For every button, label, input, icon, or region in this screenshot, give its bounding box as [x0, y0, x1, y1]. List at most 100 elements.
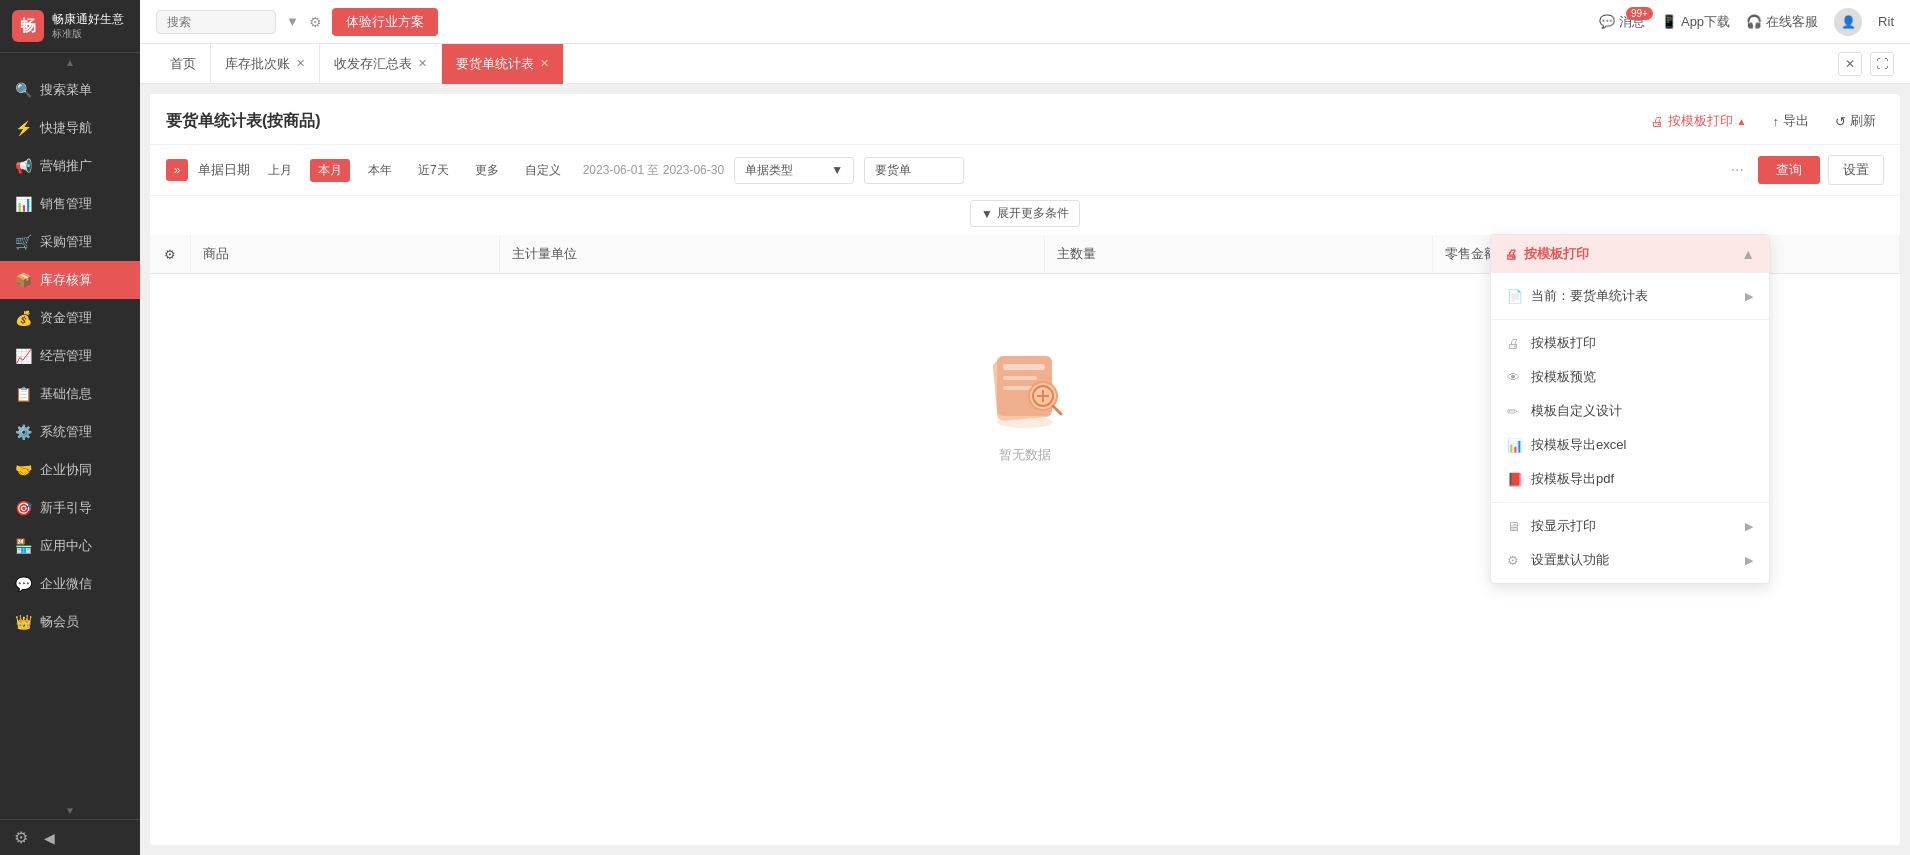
sidebar-item-collab[interactable]: 🤝 企业协同 — [0, 451, 140, 489]
dropdown-export-pdf-button[interactable]: 📕 按模板导出pdf — [1491, 462, 1769, 496]
sidebar-item-shortcut[interactable]: ⚡ 快捷导航 — [0, 109, 140, 147]
tabs-bar: 首页 库存批次账 ✕ 收发存汇总表 ✕ 要货单统计表 ✕ ✕ ⛶ — [140, 44, 1910, 84]
tab-close-window-btn[interactable]: ✕ — [1838, 52, 1862, 76]
purchase-icon: 🛒 — [14, 234, 32, 250]
tab-maximize-btn[interactable]: ⛶ — [1870, 52, 1894, 76]
topbar-search-input[interactable] — [156, 10, 276, 34]
settings-icon[interactable]: ⚙ — [14, 828, 28, 847]
tab-label: 收发存汇总表 — [334, 55, 412, 73]
dropdown-preview-button[interactable]: 👁 按模板预览 — [1491, 360, 1769, 394]
goods-filter[interactable]: 要货单 — [864, 157, 964, 184]
date-more[interactable]: 更多 — [467, 159, 507, 182]
sidebar-item-guide[interactable]: 🎯 新手引导 — [0, 489, 140, 527]
finance-icon: 💰 — [14, 310, 32, 326]
tab-inventory-batch[interactable]: 库存批次账 ✕ — [211, 44, 320, 84]
dropdown-display-print[interactable]: 🖥 按显示打印 ▶ — [1491, 509, 1769, 543]
table-col-quantity: 主数量 — [1045, 235, 1433, 274]
expand-more-label: 展开更多条件 — [997, 205, 1069, 222]
sidebar-item-member[interactable]: 👑 畅会员 — [0, 603, 140, 641]
sidebar-item-system[interactable]: ⚙️ 系统管理 — [0, 413, 140, 451]
dropdown-section-extra: 🖥 按显示打印 ▶ ⚙ 设置默认功能 ▶ — [1491, 503, 1769, 583]
query-button[interactable]: 查询 — [1758, 156, 1820, 184]
filter-row-1: » 单据日期 上月 本月 本年 近7天 更多 自定义 2023-06-01 至 … — [150, 145, 1900, 196]
dropdown-section-current: 📄 当前：要货单统计表 ▶ — [1491, 273, 1769, 320]
date-last-month[interactable]: 上月 — [260, 159, 300, 182]
sales-icon: 📊 — [14, 196, 32, 212]
sidebar-item-label: 资金管理 — [40, 309, 92, 327]
tab-close-icon[interactable]: ✕ — [540, 57, 549, 70]
select-chevron-icon: ▼ — [831, 163, 843, 177]
avatar[interactable]: 👤 — [1834, 8, 1862, 36]
tab-label: 要货单统计表 — [456, 55, 534, 73]
pdf-icon: 📕 — [1507, 472, 1523, 487]
message-badge: 99+ — [1626, 7, 1653, 20]
appstore-icon: 🏪 — [14, 538, 32, 554]
app-download-button[interactable]: 📱 App下载 — [1661, 13, 1730, 31]
collapse-icon[interactable]: ◀ — [44, 830, 55, 846]
shortcut-icon: ⚡ — [14, 120, 32, 136]
tab-home[interactable]: 首页 — [156, 44, 211, 84]
more-options-button[interactable]: ··· — [1725, 161, 1750, 179]
chevron-right-icon: ▶ — [1745, 290, 1753, 303]
export-button[interactable]: ↑ 导出 — [1765, 108, 1818, 134]
sidebar-item-appstore[interactable]: 🏪 应用中心 — [0, 527, 140, 565]
message-button[interactable]: 💬 消息 99+ — [1599, 13, 1645, 31]
sidebar-item-label: 畅会员 — [40, 613, 79, 631]
order-type-select[interactable]: 单据类型 ▼ — [734, 157, 854, 184]
sidebar-item-marketing[interactable]: 📢 营销推广 — [0, 147, 140, 185]
search-icon: 🔍 — [14, 82, 32, 98]
sidebar-item-label: 库存核算 — [40, 271, 92, 289]
print-dropdown: 🖨 按模板打印 ▲ 📄 当前：要货单统计表 ▶ 🖨 — [1490, 234, 1770, 584]
sidebar-item-finance[interactable]: 💰 资金管理 — [0, 299, 140, 337]
topbar-gear-icon[interactable]: ⚙ — [309, 14, 322, 30]
system-icon: ⚙️ — [14, 424, 32, 440]
print-icon: 🖨 — [1507, 336, 1523, 351]
sidebar-item-sales[interactable]: 📊 销售管理 — [0, 185, 140, 223]
goods-filter-label: 要货单 — [875, 162, 911, 179]
filter-settings-button[interactable]: 设置 — [1828, 155, 1884, 185]
table-settings-col[interactable]: ⚙ — [150, 235, 190, 274]
sidebar-item-label: 营销推广 — [40, 157, 92, 175]
tab-summary[interactable]: 收发存汇总表 ✕ — [320, 44, 442, 84]
dropdown-current-template[interactable]: 📄 当前：要货单统计表 ▶ — [1491, 279, 1769, 313]
app-download-label: App下载 — [1681, 13, 1730, 31]
marketing-icon: 📢 — [14, 158, 32, 174]
dropdown-design-label: 模板自定义设计 — [1531, 402, 1622, 420]
filter-expand-button[interactable]: » — [166, 159, 188, 181]
avatar-icon: 👤 — [1841, 15, 1856, 29]
tab-order-stats[interactable]: 要货单统计表 ✕ — [442, 44, 564, 84]
document-icon: 📄 — [1507, 289, 1523, 304]
print-template-button[interactable]: 🖨 按模板打印 ▲ — [1643, 108, 1755, 134]
print-dropdown-close-button[interactable]: ▲ — [1741, 246, 1755, 262]
date-this-year[interactable]: 本年 — [360, 159, 400, 182]
preview-icon: 👁 — [1507, 370, 1523, 385]
sidebar-item-wechat[interactable]: 💬 企业微信 — [0, 565, 140, 603]
sidebar-item-label: 快捷导航 — [40, 119, 92, 137]
service-button[interactable]: 🎧 在线客服 — [1746, 13, 1818, 31]
sidebar-item-operations[interactable]: 📈 经营管理 — [0, 337, 140, 375]
sidebar-item-basic[interactable]: 📋 基础信息 — [0, 375, 140, 413]
tab-close-icon[interactable]: ✕ — [418, 57, 427, 70]
svg-rect-3 — [1003, 364, 1045, 370]
expand-more-button[interactable]: ▼ 展开更多条件 — [970, 200, 1080, 227]
sidebar-item-search[interactable]: 🔍 搜索菜单 — [0, 71, 140, 109]
topbar-chevron-icon[interactable]: ▼ — [286, 14, 299, 29]
print-dropdown-title: 🖨 按模板打印 — [1505, 245, 1589, 263]
dropdown-design-button[interactable]: ✏ 模板自定义设计 — [1491, 394, 1769, 428]
refresh-button[interactable]: ↺ 刷新 — [1827, 108, 1884, 134]
username-label[interactable]: Rit — [1878, 14, 1894, 29]
date-this-month[interactable]: 本月 — [310, 159, 350, 182]
trial-button[interactable]: 体验行业方案 — [332, 8, 438, 36]
sidebar-item-inventory[interactable]: 📦 库存核算 — [0, 261, 140, 299]
sidebar-item-purchase[interactable]: 🛒 采购管理 — [0, 223, 140, 261]
tab-close-icon[interactable]: ✕ — [296, 57, 305, 70]
dropdown-set-default[interactable]: ⚙ 设置默认功能 ▶ — [1491, 543, 1769, 577]
date-last-7-days[interactable]: 近7天 — [410, 159, 457, 182]
svg-rect-4 — [1003, 376, 1037, 380]
date-custom[interactable]: 自定义 — [517, 159, 569, 182]
dropdown-excel-label: 按模板导出excel — [1531, 436, 1626, 454]
app-logo-icon: 畅 — [12, 10, 44, 42]
dropdown-export-excel-button[interactable]: 📊 按模板导出excel — [1491, 428, 1769, 462]
dropdown-print-button[interactable]: 🖨 按模板打印 — [1491, 326, 1769, 360]
company-name: 畅康通好生意 — [52, 11, 124, 28]
